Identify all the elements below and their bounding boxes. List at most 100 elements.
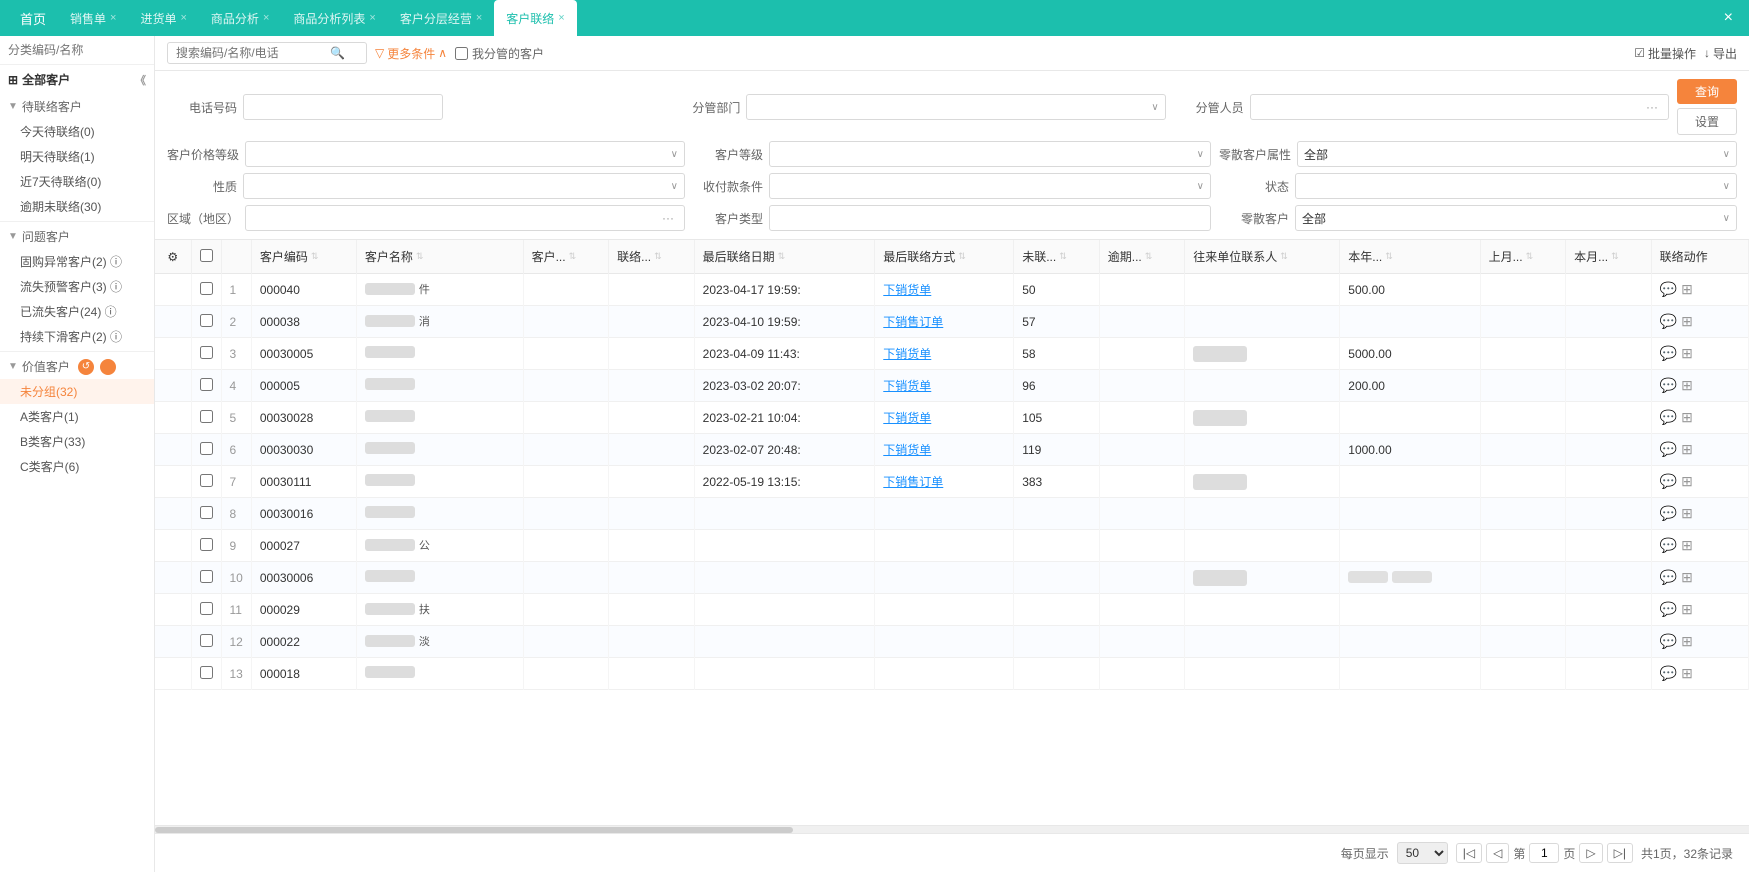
- chat-icon[interactable]: 💬: [1660, 633, 1677, 650]
- tab-customer-contact[interactable]: 客户联络 ×: [494, 0, 576, 36]
- last-contact-method-cell[interactable]: 下销货单: [875, 434, 1014, 466]
- last-contact-date-column-header[interactable]: 最后联络日期⇅: [694, 240, 875, 274]
- my-customers-checkbox-area[interactable]: 我分管的客户: [455, 45, 544, 62]
- phone-input[interactable]: [243, 94, 443, 120]
- sidebar-item-overdue-pending[interactable]: 逾期未联络(30): [0, 194, 154, 219]
- last-contact-method-cell[interactable]: 下销货单: [875, 338, 1014, 370]
- tab-product-analysis-list[interactable]: 商品分析列表 ×: [281, 0, 387, 36]
- chat-icon[interactable]: 💬: [1660, 601, 1677, 618]
- person-dots-icon[interactable]: ···: [1642, 100, 1662, 114]
- grid-action-icon[interactable]: ⊞: [1681, 345, 1693, 362]
- first-page-button[interactable]: |◁: [1456, 843, 1482, 863]
- last-contact-method-cell[interactable]: [875, 594, 1014, 626]
- code-sort-icon[interactable]: ⇅: [311, 251, 319, 262]
- settings-column-header[interactable]: ⚙: [155, 240, 191, 274]
- reset-button[interactable]: 设置: [1677, 108, 1737, 135]
- row-checkbox-cell[interactable]: [191, 274, 221, 306]
- name-column-header[interactable]: 客户名称⇅: [356, 240, 523, 274]
- close-product-analysis-icon[interactable]: ×: [263, 12, 269, 24]
- last-month-column-header[interactable]: 上月...⇅: [1480, 240, 1566, 274]
- close-product-analysis-list-icon[interactable]: ×: [369, 12, 375, 24]
- last-contact-method-cell[interactable]: 下销货单: [875, 274, 1014, 306]
- overdue-column-header[interactable]: 逾期...⇅: [1099, 240, 1185, 274]
- tab-sales-order[interactable]: 销售单 ×: [58, 0, 128, 36]
- grid-action-icon[interactable]: ⊞: [1681, 473, 1693, 490]
- last-month-sort-icon[interactable]: ⇅: [1526, 251, 1534, 262]
- export-button[interactable]: ↓ 导出: [1704, 45, 1737, 62]
- value-group-header[interactable]: ▼ 价值客户 ↺: [0, 354, 154, 379]
- last-contact-method-cell[interactable]: [875, 626, 1014, 658]
- last-contact-method-column-header[interactable]: 最后联络方式⇅: [875, 240, 1014, 274]
- this-month-sort-icon[interactable]: ⇅: [1611, 251, 1619, 262]
- last-contact-date-sort-icon[interactable]: ⇅: [778, 251, 786, 262]
- sidebar-item-class-a[interactable]: A类客户(1): [0, 404, 154, 429]
- sidebar-item-declining[interactable]: 持续下滑客户(2) ⓘ: [0, 324, 154, 349]
- close-customer-segmentation-icon[interactable]: ×: [476, 12, 482, 24]
- not-contacted-column-header[interactable]: 未联...⇅: [1014, 240, 1100, 274]
- chat-icon[interactable]: 💬: [1660, 537, 1677, 554]
- topbar-close-button[interactable]: ×: [1716, 9, 1741, 27]
- sidebar-item-today-pending[interactable]: 今天待联络(0): [0, 119, 154, 144]
- row-checkbox-cell[interactable]: [191, 562, 221, 594]
- person-select[interactable]: ···: [1250, 94, 1669, 120]
- contact-method-link[interactable]: 下销货单: [883, 283, 931, 297]
- last-contact-method-cell[interactable]: [875, 530, 1014, 562]
- contact-method-link[interactable]: 下销售订单: [883, 315, 943, 329]
- more-conditions-btn[interactable]: ▽ 更多条件 ∧: [375, 45, 447, 62]
- overdue-sort-icon[interactable]: ⇅: [1145, 251, 1153, 262]
- batch-op-button[interactable]: ☑ 批量操作: [1634, 45, 1696, 62]
- per-page-select[interactable]: 50 100 200: [1397, 842, 1448, 864]
- page-number-input[interactable]: [1529, 843, 1559, 863]
- sidebar-item-class-c[interactable]: C类客户(6): [0, 454, 154, 479]
- row-checkbox-cell[interactable]: [191, 626, 221, 658]
- row-checkbox[interactable]: [200, 634, 213, 647]
- sidebar-item-class-b[interactable]: B类客户(33): [0, 429, 154, 454]
- price-level-select[interactable]: ∨: [245, 141, 685, 167]
- row-checkbox[interactable]: [200, 282, 213, 295]
- grid-action-icon[interactable]: ⊞: [1681, 537, 1693, 554]
- home-tab[interactable]: 首页: [8, 0, 58, 36]
- retail-customer-select[interactable]: 全部 ∨: [1295, 205, 1737, 231]
- grid-action-icon[interactable]: ⊞: [1681, 409, 1693, 426]
- last-contact-method-cell[interactable]: [875, 658, 1014, 690]
- row-checkbox-cell[interactable]: [191, 530, 221, 562]
- grid-action-icon[interactable]: ⊞: [1681, 505, 1693, 522]
- row-checkbox-cell[interactable]: [191, 498, 221, 530]
- query-button[interactable]: 查询: [1677, 79, 1737, 104]
- payment-select[interactable]: ∨: [769, 173, 1211, 199]
- chat-icon[interactable]: 💬: [1660, 281, 1677, 298]
- not-contacted-sort-icon[interactable]: ⇅: [1059, 251, 1067, 262]
- close-customer-contact-icon[interactable]: ×: [558, 12, 564, 24]
- contact-method-link[interactable]: 下销货单: [883, 443, 931, 457]
- last-contact-method-cell[interactable]: [875, 562, 1014, 594]
- code-column-header[interactable]: 客户编码⇅: [251, 240, 356, 274]
- retail-attr-select[interactable]: 全部 ∨: [1297, 141, 1737, 167]
- sidebar-item-week-pending[interactable]: 近7天待联络(0): [0, 169, 154, 194]
- last-contact-method-cell[interactable]: 下销货单: [875, 402, 1014, 434]
- row-checkbox-cell[interactable]: [191, 338, 221, 370]
- tab-purchase-order[interactable]: 进货单 ×: [128, 0, 198, 36]
- grid-action-icon[interactable]: ⊞: [1681, 665, 1693, 682]
- property-select[interactable]: ∨: [243, 173, 685, 199]
- search-input[interactable]: [176, 46, 326, 60]
- gear-icon[interactable]: ⚙: [167, 250, 178, 264]
- checkbox-column-header[interactable]: [191, 240, 221, 274]
- company-contact-sort-icon[interactable]: ⇅: [1280, 251, 1288, 262]
- grid-action-icon[interactable]: ⊞: [1681, 569, 1693, 586]
- all-customers-header[interactable]: ⊞ 全部客户 《: [0, 65, 154, 94]
- tab-product-analysis[interactable]: 商品分析 ×: [199, 0, 281, 36]
- contact-method-link[interactable]: 下销货单: [883, 347, 931, 361]
- status-select[interactable]: ∨: [1295, 173, 1737, 199]
- customer-type-column-header[interactable]: 客户...⇅: [523, 240, 609, 274]
- select-all-checkbox[interactable]: [200, 249, 213, 262]
- sidebar-item-churned[interactable]: 已流失客户(24) ⓘ: [0, 299, 154, 324]
- grid-action-icon[interactable]: ⊞: [1681, 441, 1693, 458]
- last-contact-method-sort-icon[interactable]: ⇅: [958, 251, 966, 262]
- chat-icon[interactable]: 💬: [1660, 569, 1677, 586]
- row-checkbox[interactable]: [200, 314, 213, 327]
- customer-type-select[interactable]: [769, 205, 1211, 231]
- contact-method-link[interactable]: 下销货单: [883, 411, 931, 425]
- row-checkbox-cell[interactable]: [191, 594, 221, 626]
- contact-method-link[interactable]: 下销货单: [883, 379, 931, 393]
- sidebar-search-input[interactable]: [8, 43, 155, 57]
